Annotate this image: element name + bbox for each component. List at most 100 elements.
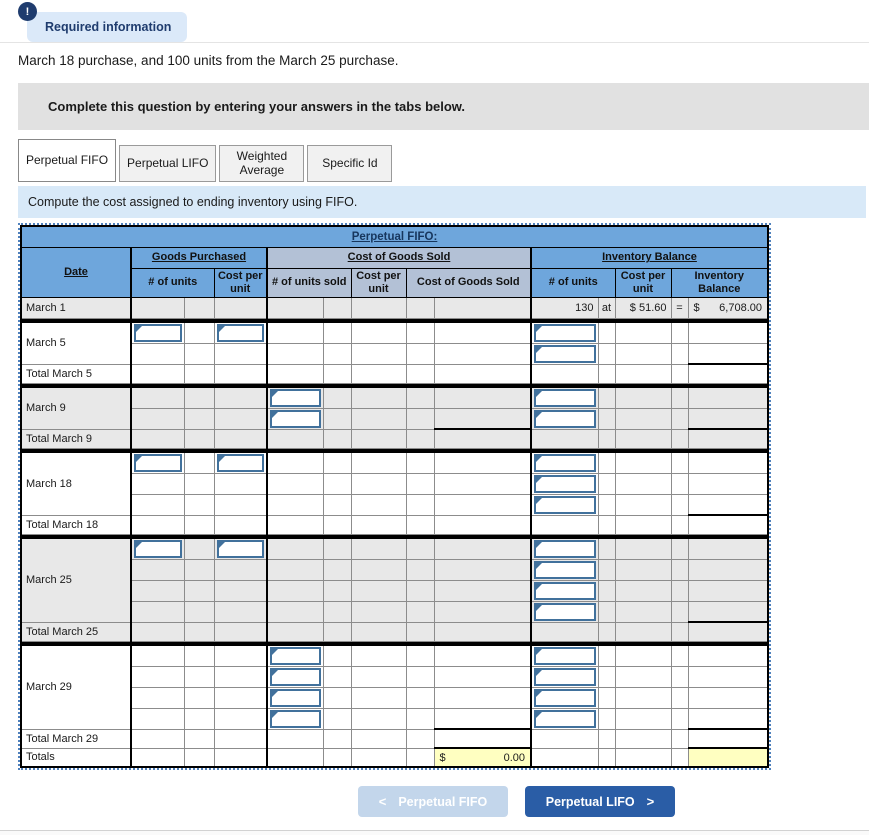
cell-cgs-at <box>322 451 352 474</box>
cell-cgs-cost <box>350 686 407 709</box>
total-cell-ib-eq <box>670 428 689 449</box>
answer-input[interactable] <box>534 495 596 514</box>
answer-input[interactable] <box>534 581 596 600</box>
cell-ib-units <box>530 407 599 430</box>
beginning-cgs-eq <box>405 296 435 319</box>
cell-cgs-units <box>266 342 324 365</box>
answer-input[interactable] <box>134 453 182 472</box>
total-row-label: Total March 29 <box>20 728 132 749</box>
cell-gp-units <box>130 686 185 709</box>
cell-gp-units <box>130 472 185 495</box>
tab-weighted-average[interactable]: Weighted Average <box>219 145 305 182</box>
cell-cgs-total <box>433 342 532 365</box>
total-cell-gp-units <box>130 363 185 384</box>
exclamation-icon: ! <box>18 2 37 21</box>
total-cell-gp-units <box>130 728 185 749</box>
answer-input[interactable] <box>534 646 596 665</box>
cell-ib-eq <box>670 451 689 474</box>
total-cell-ib-at <box>597 363 616 384</box>
beginning-ib-at: at <box>597 296 616 319</box>
cell-gp-units <box>130 600 185 623</box>
answer-input[interactable] <box>534 344 596 363</box>
answer-input[interactable] <box>534 474 596 493</box>
cell-ib-cost <box>614 579 672 602</box>
cell-ib-units <box>530 707 599 730</box>
answer-input[interactable] <box>534 409 596 428</box>
total-cell-cgs-cost <box>350 514 407 535</box>
cell-cgs-units <box>266 472 324 495</box>
prev-tab-button[interactable]: < Perpetual FIFO <box>358 786 508 817</box>
cell-cgs-at <box>322 342 352 365</box>
col-header-date: Date <box>20 246 132 298</box>
cell-ib-eq <box>670 342 689 365</box>
total-cell-gp-at <box>183 621 215 642</box>
answer-input[interactable] <box>534 539 596 558</box>
answer-input[interactable] <box>270 409 321 428</box>
page-bottom-edge <box>0 830 869 835</box>
cell-gp-at <box>183 321 215 344</box>
cell-cgs-total <box>433 644 532 667</box>
cell-ib-units <box>530 537 599 560</box>
answer-input[interactable] <box>216 323 264 342</box>
total-cell-ib-at <box>597 728 616 749</box>
answer-input[interactable] <box>270 646 321 665</box>
answer-input[interactable] <box>270 688 321 707</box>
cell-gp-cost <box>213 451 268 474</box>
total-cell-gp-cost <box>213 621 268 642</box>
totals-row-label: Totals <box>20 747 132 768</box>
answer-input[interactable] <box>270 709 321 728</box>
cell-cgs-eq <box>405 686 435 709</box>
answer-input[interactable] <box>270 667 321 686</box>
answer-input[interactable] <box>534 688 596 707</box>
next-tab-button[interactable]: Perpetual LIFO > <box>525 786 675 817</box>
cell-gp-at <box>183 386 215 409</box>
cell-ib-eq <box>670 600 689 623</box>
tab-perpetual-lifo[interactable]: Perpetual LIFO <box>119 145 217 182</box>
answer-input[interactable] <box>534 323 596 342</box>
answer-input[interactable] <box>534 388 596 407</box>
total-cell-ib-eq <box>670 728 689 749</box>
tab-specific-id[interactable]: Specific Id <box>307 145 393 182</box>
cell-ib-total <box>687 342 769 365</box>
answer-input[interactable] <box>534 709 596 728</box>
total-cell-ib-at <box>597 428 616 449</box>
currency-symbol: $ <box>693 301 700 314</box>
task-banner: Compute the cost assigned to ending inve… <box>18 186 866 218</box>
answer-input[interactable] <box>534 602 596 621</box>
cell-gp-cost <box>213 342 268 365</box>
cell-cgs-units <box>266 493 324 516</box>
answer-input[interactable] <box>534 667 596 686</box>
total-cell-ib-total <box>687 728 769 749</box>
answer-input[interactable] <box>216 453 264 472</box>
answer-input[interactable] <box>534 453 596 472</box>
total-cell-gp-units <box>130 428 185 449</box>
tab-perpetual-fifo[interactable]: Perpetual FIFO <box>18 139 117 182</box>
answer-input[interactable] <box>216 539 264 558</box>
answer-input[interactable] <box>134 539 182 558</box>
worksheet-tabs: Perpetual FIFO Perpetual LIFO Weighted Ave… <box>18 139 869 182</box>
total-cell-cgs-total <box>433 363 532 384</box>
cell-cgs-eq <box>405 665 435 688</box>
cell-ib-eq <box>670 644 689 667</box>
answer-input[interactable] <box>134 323 182 342</box>
total-cell-ib-total <box>687 621 769 642</box>
cell-cgs-units <box>266 537 324 560</box>
total-row-label: Total March 25 <box>20 621 132 642</box>
cell-cgs-cost <box>350 342 407 365</box>
cell-cgs-cost <box>350 493 407 516</box>
answer-input[interactable] <box>270 388 321 407</box>
cell-cgs-units <box>266 407 324 430</box>
answer-input[interactable] <box>534 560 596 579</box>
group-header-cost-of-goods-sold: Cost of Goods Sold <box>266 246 532 269</box>
total-cell-ib-units <box>530 514 599 535</box>
date-label: March 5 <box>20 321 132 365</box>
cell-cgs-total <box>433 321 532 344</box>
beginning-ib-units: 130 <box>530 296 599 319</box>
cell-ib-total <box>687 644 769 667</box>
totals-cell-cgs-cost <box>350 747 407 768</box>
cell-ib-at <box>597 342 616 365</box>
cell-ib-cost <box>614 493 672 516</box>
cell-gp-cost <box>213 600 268 623</box>
cell-ib-total <box>687 665 769 688</box>
cell-ib-cost <box>614 407 672 430</box>
